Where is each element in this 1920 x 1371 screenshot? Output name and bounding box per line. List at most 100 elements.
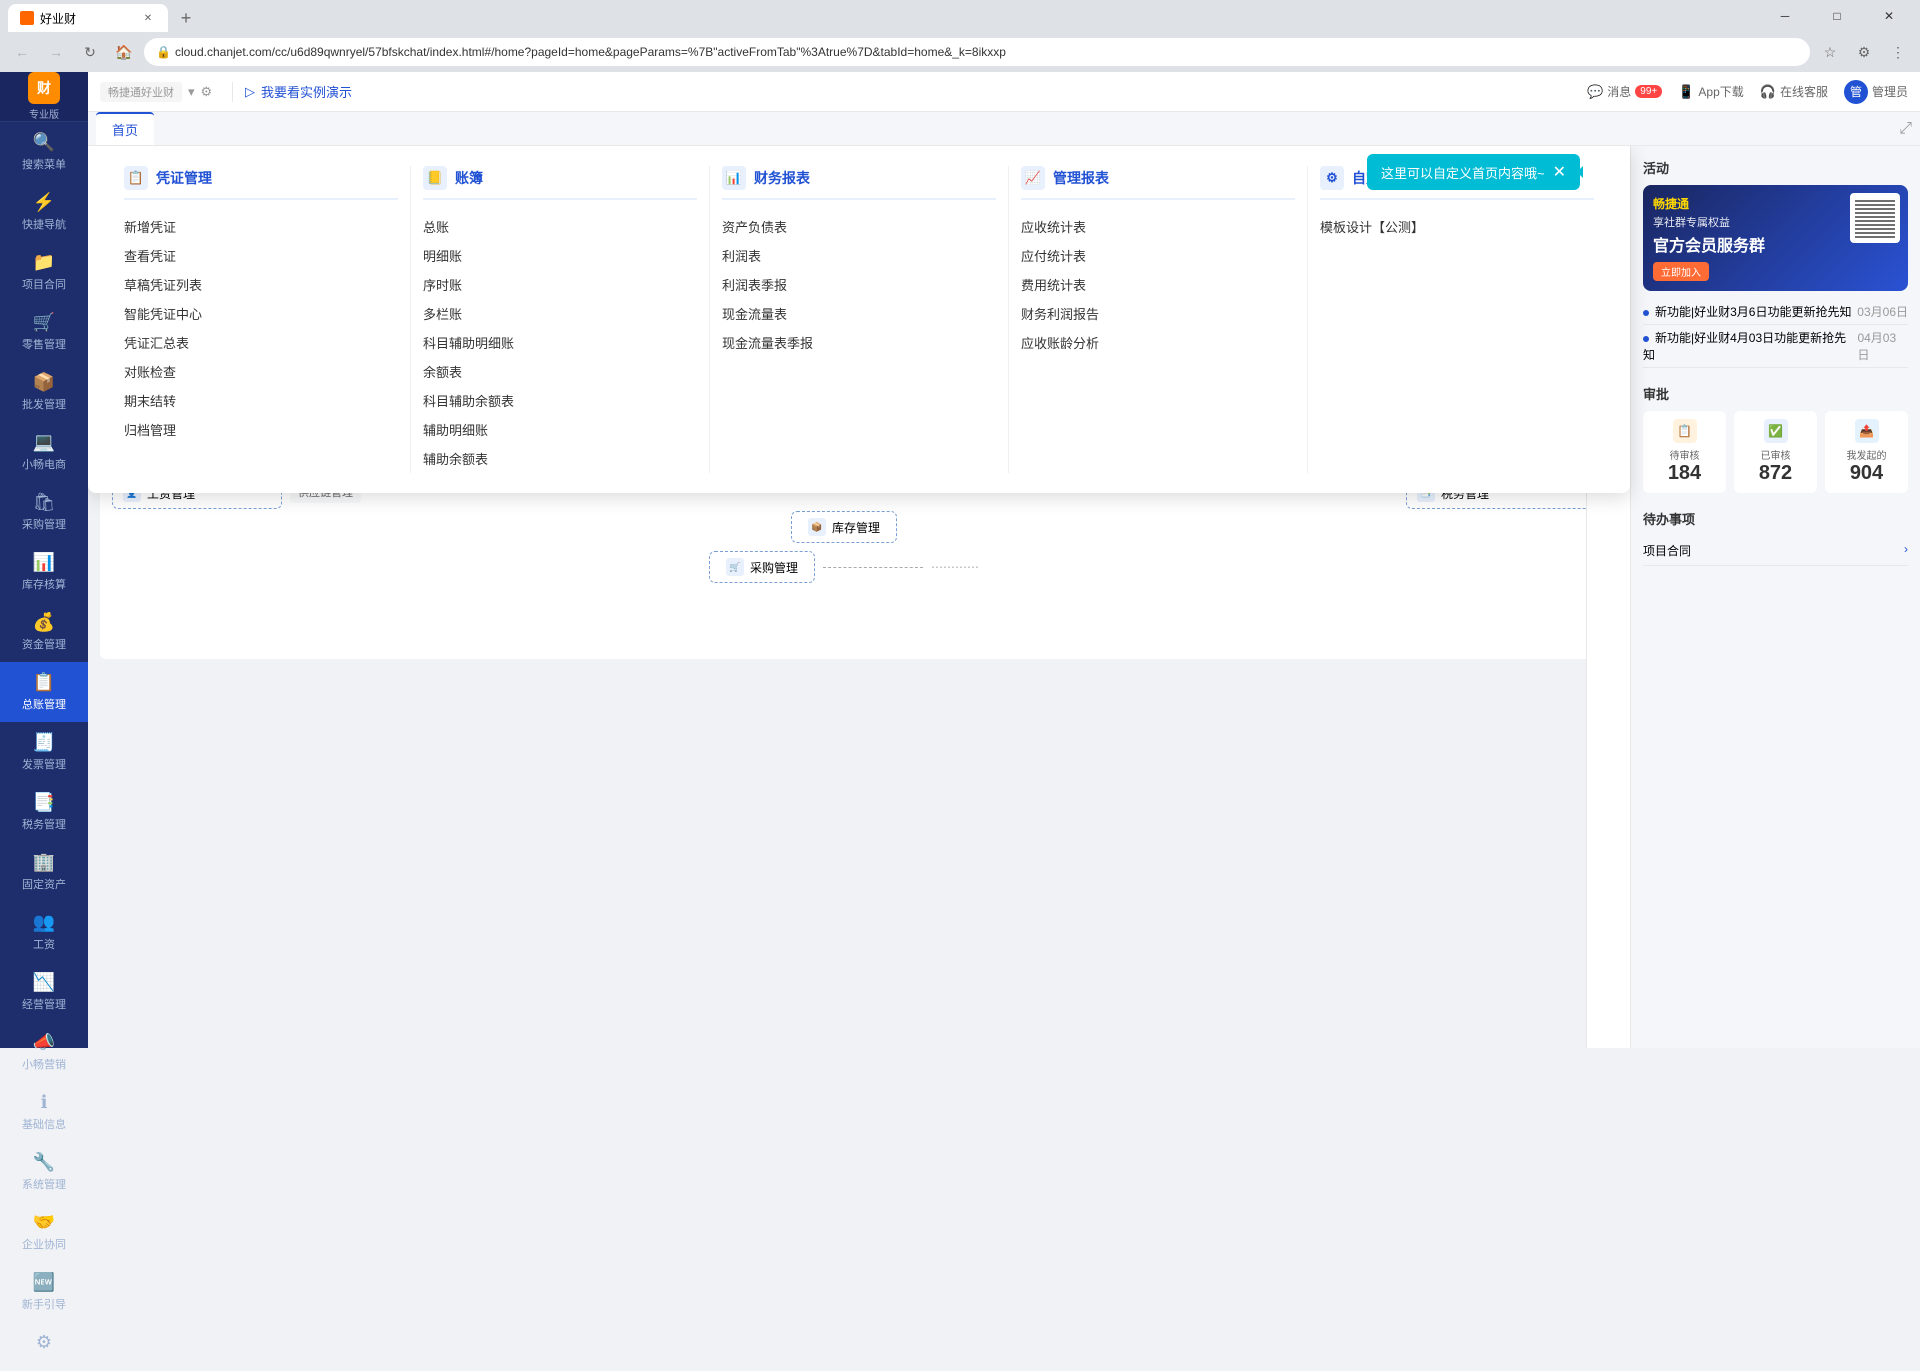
menu-item-reconcile[interactable]: 对账检查 (124, 357, 398, 386)
maximize-btn[interactable]: □ (1814, 0, 1860, 32)
sidebar-item-system[interactable]: 🔧 系统管理 (0, 1142, 88, 1202)
user-menu-btn[interactable]: 管 管理员 (1844, 80, 1908, 104)
menu-item-multi-col[interactable]: 多栏账 (423, 299, 697, 328)
close-btn[interactable]: ✕ (1866, 0, 1912, 32)
sidebar-project-label: 项目合同 (22, 276, 66, 292)
menu-item-aux-balance[interactable]: 辅助余额表 (423, 444, 697, 473)
menu-item-smart-center[interactable]: 智能凭证中心 (124, 299, 398, 328)
procurement-icon: 🛒 (726, 558, 744, 576)
demo-btn[interactable]: ▷ 我要看实例演示 (245, 82, 352, 101)
sidebar-item-project[interactable]: 📁 项目合同 (0, 242, 88, 302)
menu-item-draft-list[interactable]: 草稿凭证列表 (124, 270, 398, 299)
menu-item-profit-report[interactable]: 财务利润报告 (1021, 299, 1295, 328)
sidebar-item-inventory[interactable]: 📊 库存核算 (0, 542, 88, 602)
procurement-box[interactable]: 🛒 采购管理 (709, 551, 815, 583)
menu-item-archive[interactable]: 归档管理 (124, 415, 398, 444)
voucher-title-text: 凭证管理 (156, 168, 212, 188)
tab-close-btn[interactable]: ✕ (140, 10, 156, 26)
company-selector[interactable]: 畅捷通好业财 (100, 82, 182, 102)
sidebar-item-marketing[interactable]: 📣 小畅营销 (0, 1022, 88, 1082)
forward-btn[interactable]: → (42, 38, 70, 66)
settings-btn[interactable]: ⋮ (1884, 38, 1912, 66)
menu-item-view-voucher[interactable]: 查看凭证 (124, 241, 398, 270)
address-text: cloud.chanjet.com/cc/u6d89qwnryel/57bfsk… (175, 45, 1006, 59)
reload-btn[interactable]: ↻ (76, 38, 104, 66)
bookmark-btn[interactable]: ☆ (1816, 38, 1844, 66)
sidebar-item-tax[interactable]: 📑 税务管理 (0, 782, 88, 842)
done-label: 已审核 (1742, 447, 1809, 462)
sidebar-item-wholesale[interactable]: 📦 批发管理 (0, 362, 88, 422)
sidebar-item-ecommerce[interactable]: 💻 小畅电商 (0, 422, 88, 482)
approval-done[interactable]: ✅ 已审核 872 (1734, 411, 1817, 493)
approval-initiated[interactable]: 📤 我发起的 904 (1825, 411, 1908, 493)
menu-item-income-statement[interactable]: 利润表 (722, 241, 996, 270)
initiated-label: 我发起的 (1833, 447, 1900, 462)
approval-pending[interactable]: 📋 待审核 184 (1643, 411, 1726, 493)
app-download-btn[interactable]: 📱 App下载 (1678, 83, 1744, 100)
page-tab-bar: 首页 ⤢ (88, 112, 1920, 146)
pending-icon: 📋 (1673, 419, 1697, 443)
sidebar-item-salary[interactable]: 👥 工资 (0, 902, 88, 962)
shortcut-icon: ⚡ (33, 192, 55, 213)
sidebar-item-capital[interactable]: 💰 资金管理 (0, 602, 88, 662)
home-nav-btn[interactable]: 🏠 (110, 38, 138, 66)
sidebar-item-search[interactable]: 🔍 搜索菜单 (0, 122, 88, 182)
menu-item-voucher-summary[interactable]: 凭证汇总表 (124, 328, 398, 357)
sidebar-item-basic[interactable]: ℹ 基础信息 (0, 1082, 88, 1142)
done-count: 872 (1742, 462, 1809, 485)
menu-item-ap-stats[interactable]: 应付统计表 (1021, 241, 1295, 270)
activity-banner: 畅捷通 享社群专属权益 官方会员服务群 立即加入 (1643, 185, 1908, 291)
sidebar-item-newguide[interactable]: 🆕 新手引导 (0, 1262, 88, 1322)
banner-btn[interactable]: 立即加入 (1653, 262, 1709, 281)
avatar: 管 (1844, 80, 1868, 104)
tab-expand-btn[interactable]: ⤢ (1899, 120, 1912, 138)
menu-item-detail-ledger[interactable]: 明细账 (423, 241, 697, 270)
settings-small-icon[interactable]: ⚙ (201, 84, 213, 100)
menu-item-aux-detail[interactable]: 辅助明细账 (423, 415, 697, 444)
sidebar-item-purchase[interactable]: 🛍 采购管理 (0, 482, 88, 542)
sidebar-item-asset[interactable]: 🏢 固定资产 (0, 842, 88, 902)
online-service-btn[interactable]: 🎧 在线客服 (1760, 83, 1828, 100)
browser-tab[interactable]: 好业财 ✕ (8, 4, 168, 32)
home-tab[interactable]: 首页 (96, 112, 154, 145)
back-btn[interactable]: ← (8, 38, 36, 66)
menu-item-general-ledger[interactable]: 总账 (423, 212, 697, 241)
banner-close-btn[interactable]: ✕ (1553, 162, 1566, 182)
menu-item-subject-aux-balance[interactable]: 科目辅助余额表 (423, 386, 697, 415)
sidebar-item-gear[interactable]: ⚙ (0, 1322, 88, 1363)
sidebar-item-invoice[interactable]: 🧾 发票管理 (0, 722, 88, 782)
menu-item-template-design[interactable]: 模板设计【公测】 (1320, 212, 1594, 241)
menu-item-subject-aux-detail[interactable]: 科目辅助明细账 (423, 328, 697, 357)
inventory-label: 库存管理 (832, 519, 880, 536)
menu-item-income-quarterly[interactable]: 利润表季报 (722, 270, 996, 299)
address-bar[interactable]: 🔒 cloud.chanjet.com/cc/u6d89qwnryel/57bf… (144, 38, 1810, 66)
todo-item-1[interactable]: 项目合同 › (1643, 536, 1908, 566)
news-item-1[interactable]: 新功能|好业财3月6日功能更新抢先知 03月06日 (1643, 299, 1908, 325)
menu-item-cashflow[interactable]: 现金流量表 (722, 299, 996, 328)
menu-item-period-close[interactable]: 期末结转 (124, 386, 398, 415)
sidebar-item-cooperation[interactable]: 🤝 企业协同 (0, 1202, 88, 1262)
message-icon: 💬 (1587, 84, 1603, 100)
news-item-2[interactable]: 新功能|好业财4月03日功能更新抢先知 04月03日 (1643, 325, 1908, 368)
sidebar-item-accounting[interactable]: 📋 总账管理 (0, 662, 88, 722)
message-btn[interactable]: 💬 消息 99+ (1587, 83, 1662, 100)
sidebar-marketing-label: 小畅营销 (22, 1056, 66, 1072)
minimize-btn[interactable]: ─ (1762, 0, 1808, 32)
procurement-label: 采购管理 (750, 559, 798, 576)
menu-item-expense-stats[interactable]: 费用统计表 (1021, 270, 1295, 299)
menu-item-ar-aging[interactable]: 应收账龄分析 (1021, 328, 1295, 357)
sidebar-item-operations[interactable]: 📉 经营管理 (0, 962, 88, 1022)
sidebar-item-shortcut[interactable]: ⚡ 快捷导航 (0, 182, 88, 242)
inventory-box[interactable]: 📦 库存管理 (791, 511, 897, 543)
menu-item-balance[interactable]: 余额表 (423, 357, 697, 386)
menu-item-balance-sheet[interactable]: 资产负债表 (722, 212, 996, 241)
menu-item-sequence-ledger[interactable]: 序时账 (423, 270, 697, 299)
new-tab-btn[interactable]: + (172, 4, 200, 32)
menu-item-cashflow-quarterly[interactable]: 现金流量表季报 (722, 328, 996, 357)
extensions-btn[interactable]: ⚙ (1850, 38, 1878, 66)
menu-item-new-voucher[interactable]: 新增凭证 (124, 212, 398, 241)
news-list: 新功能|好业财3月6日功能更新抢先知 03月06日 新功能|好业财4月03日功能… (1643, 299, 1908, 368)
sidebar-item-retail[interactable]: 🛒 零售管理 (0, 302, 88, 362)
menu-item-ar-stats[interactable]: 应收统计表 (1021, 212, 1295, 241)
menu-section-ledger: 📒 账簿 总账 明细账 序时账 多栏账 科目辅助明细账 余额表 科目辅助余额表 … (411, 166, 710, 473)
